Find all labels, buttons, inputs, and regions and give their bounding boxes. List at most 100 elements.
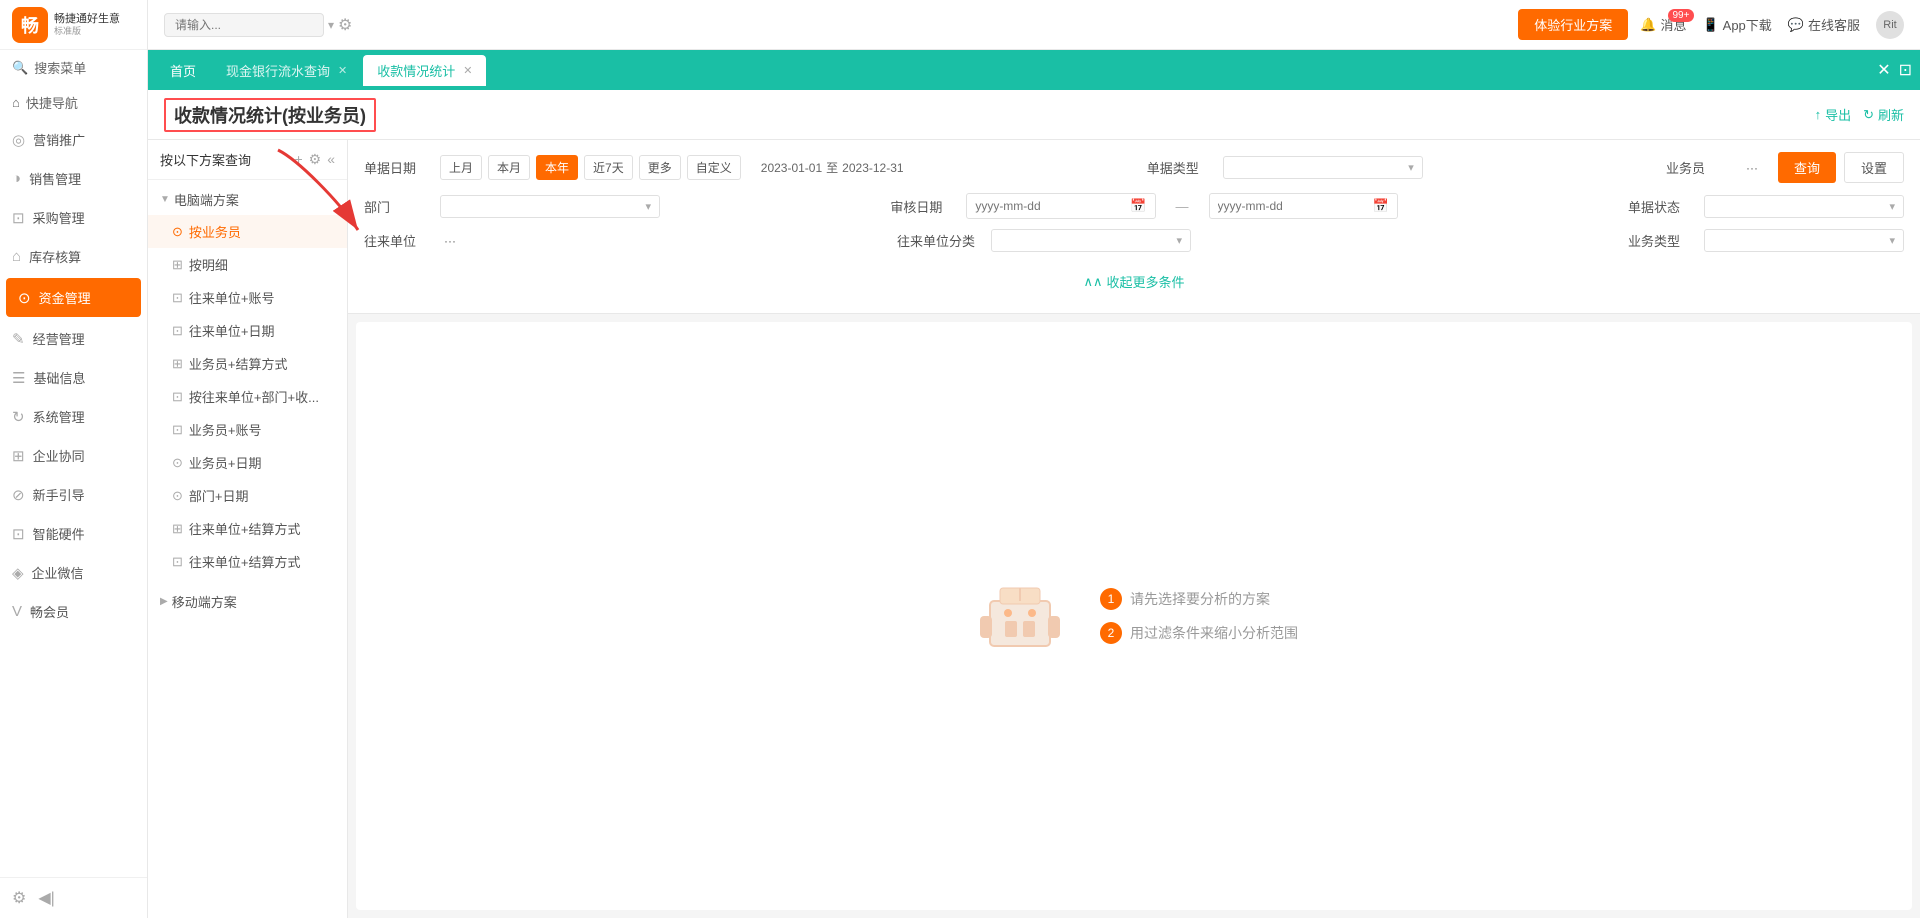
tab-receipt[interactable]: 收款情况统计 ✕: [363, 55, 486, 86]
trial-btn[interactable]: 体验行业方案: [1518, 9, 1628, 40]
purchase-icon: ⊡: [12, 209, 25, 227]
empty-tips: 1 请先选择要分析的方案 2 用过滤条件来缩小分析范围: [1100, 588, 1298, 644]
page-header-actions: ↑ 导出 ↻ 刷新: [1815, 105, 1904, 124]
message-action[interactable]: 🔔 消息 99+: [1640, 15, 1686, 34]
add-scheme-icon[interactable]: +: [294, 151, 302, 168]
this-month-btn[interactable]: 本月: [488, 155, 530, 180]
voucher-type-select[interactable]: ▾: [1223, 156, 1423, 179]
header-breadcrumb: ▾ ⚙: [164, 13, 1506, 37]
sidebar-item-inventory[interactable]: ⌂ 库存核算: [0, 237, 147, 276]
online-service-action[interactable]: 💬 在线客服: [1788, 15, 1860, 34]
left-panel-header: 按以下方案查询 + ⚙ «: [148, 140, 347, 180]
tab-bank[interactable]: 现金银行流水查询 ✕: [212, 55, 361, 86]
scheme-item-salesperson-method[interactable]: ⊞ 业务员+结算方式: [148, 347, 347, 380]
audit-date-end[interactable]: 📅: [1209, 193, 1398, 219]
sidebar-item-smart[interactable]: ⊡ 智能硬件: [0, 514, 147, 553]
page-title: 收款情况统计(按业务员): [164, 98, 376, 132]
sidebar-search[interactable]: 🔍 搜索菜单: [0, 50, 147, 85]
scheme-item-salesperson-date[interactable]: ⊙ 业务员+日期: [148, 446, 347, 479]
sidebar-item-wechat[interactable]: ◈ 企业微信: [0, 553, 147, 592]
scheme-item-by-detail[interactable]: ⊞ 按明细: [148, 248, 347, 281]
scheme-item-partner-dept[interactable]: ⊡ 按往来单位+部门+收...: [148, 380, 347, 413]
salesperson-account-icon: ⊡: [172, 422, 183, 438]
user-avatar[interactable]: Rit: [1876, 11, 1904, 39]
partner-date-icon: ⊡: [172, 323, 183, 339]
empty-state-icon: [970, 566, 1070, 666]
scheme-settings-icon[interactable]: ⚙: [309, 151, 322, 168]
collapse-more-area: ∧∧ 收起更多条件: [364, 262, 1904, 301]
collapse-sidebar-icon[interactable]: ◀|: [38, 888, 54, 908]
desktop-scheme-group: ▼ 电脑端方案 ⊙ 按业务员 ⊞ 按明细 ⊡ 往来单位+账号 ⊡ 往来单位+: [148, 180, 347, 582]
query-btn[interactable]: 查询: [1778, 152, 1836, 183]
last7-btn[interactable]: 近7天: [584, 155, 633, 180]
business-type-arrow-icon: ▾: [1889, 234, 1895, 247]
sidebar-item-label: 企业微信: [32, 563, 84, 582]
app-download-icon: 📱: [1702, 17, 1718, 33]
mobile-group-title[interactable]: ▶ 移动端方案: [148, 586, 347, 617]
tab-home[interactable]: 首页: [156, 55, 210, 86]
partner-more-icon[interactable]: ···: [444, 234, 456, 248]
quick-nav[interactable]: ⌂ 快捷导航: [0, 85, 147, 120]
refresh-btn[interactable]: ↻ 刷新: [1863, 105, 1904, 124]
scheme-item-partner-account[interactable]: ⊡ 往来单位+账号: [148, 281, 347, 314]
sidebar-item-basic[interactable]: ☰ 基础信息: [0, 358, 147, 397]
collapse-panel-icon[interactable]: «: [327, 151, 335, 168]
filter-settings-btn[interactable]: 设置: [1844, 152, 1904, 183]
sidebar-item-label: 经营管理: [33, 329, 85, 348]
this-year-btn[interactable]: 本年: [536, 155, 578, 180]
audit-date-start-input[interactable]: [975, 199, 1130, 213]
scheme-item-salesperson-account[interactable]: ⊡ 业务员+账号: [148, 413, 347, 446]
partner-category-label: 往来单位分类: [897, 231, 975, 250]
sidebar-item-label: 资金管理: [39, 288, 91, 307]
sidebar-item-finance[interactable]: ⊙ 资金管理: [6, 278, 141, 317]
scheme-item-partner-settle2[interactable]: ⊡ 往来单位+结算方式: [148, 545, 347, 578]
settings-bottom-icon[interactable]: ⚙: [12, 888, 26, 908]
partner-account-icon: ⊡: [172, 290, 183, 306]
sidebar-item-sales[interactable]: ◑ 销售管理: [0, 159, 147, 198]
sidebar-item-enterprise[interactable]: ⊞ 企业协同: [0, 436, 147, 475]
desktop-group-title[interactable]: ▼ 电脑端方案: [148, 184, 347, 215]
voucher-status-select[interactable]: ▾: [1704, 195, 1904, 218]
by-salesperson-icon: ⊙: [172, 224, 183, 240]
sidebar-item-operation[interactable]: ✎ 经营管理: [0, 319, 147, 358]
sidebar-item-member[interactable]: V 畅会员: [0, 592, 147, 631]
scheme-item-partner-settle1[interactable]: ⊞ 往来单位+结算方式: [148, 512, 347, 545]
window-close-icon[interactable]: ✕: [1877, 60, 1890, 80]
business-type-select[interactable]: ▾: [1704, 229, 1904, 252]
salesperson-more-icon[interactable]: ···: [1746, 161, 1758, 175]
empty-state-area: 1 请先选择要分析的方案 2 用过滤条件来缩小分析范围: [356, 322, 1912, 910]
sidebar-item-guide[interactable]: ⊘ 新手引导: [0, 475, 147, 514]
audit-date-start[interactable]: 📅: [966, 193, 1155, 219]
audit-date-end-input[interactable]: [1218, 199, 1373, 213]
sidebar-item-marketing[interactable]: ◎ 营销推广: [0, 120, 147, 159]
tab-bank-close-icon[interactable]: ✕: [338, 64, 347, 77]
sidebar-item-purchase[interactable]: ⊡ 采购管理: [0, 198, 147, 237]
page-header: 收款情况统计(按业务员) ↑ 导出 ↻ 刷新: [148, 90, 1920, 140]
breadcrumb-dropdown-icon[interactable]: ▾: [328, 18, 334, 32]
voucher-status-arrow-icon: ▾: [1889, 200, 1895, 213]
prev-month-btn[interactable]: 上月: [440, 155, 482, 180]
header-gear-icon[interactable]: ⚙: [338, 15, 352, 35]
sidebar-nav: ◎ 营销推广 ◑ 销售管理 ⊡ 采购管理 ⌂ 库存核算 ⊙ 资金管理 ✎ 经营管…: [0, 120, 147, 877]
sidebar-item-system[interactable]: ↻ 系统管理: [0, 397, 147, 436]
tip-number-1: 1: [1100, 588, 1122, 610]
partner-settle1-icon: ⊞: [172, 521, 183, 537]
scheme-item-by-salesperson[interactable]: ⊙ 按业务员: [148, 215, 347, 248]
more-date-btn[interactable]: 更多: [639, 155, 681, 180]
dept-select[interactable]: ▾: [440, 195, 660, 218]
collapse-more-btn[interactable]: ∧∧ 收起更多条件: [374, 272, 1894, 291]
custom-date-btn[interactable]: 自定义: [687, 155, 741, 180]
marketing-icon: ◎: [12, 131, 25, 149]
scheme-item-partner-date[interactable]: ⊡ 往来单位+日期: [148, 314, 347, 347]
partner-category-select[interactable]: ▾: [991, 229, 1191, 252]
scheme-item-dept-date[interactable]: ⊙ 部门+日期: [148, 479, 347, 512]
breadcrumb-input[interactable]: [164, 13, 324, 37]
tab-receipt-close-icon[interactable]: ✕: [463, 64, 472, 77]
left-panel-actions: + ⚙ «: [294, 151, 335, 168]
export-btn[interactable]: ↑ 导出: [1815, 105, 1852, 124]
dept-arrow-icon: ▾: [645, 200, 651, 213]
partner-label: 往来单位: [364, 231, 424, 250]
window-maximize-icon[interactable]: ⊡: [1899, 60, 1912, 80]
tab-receipt-label: 收款情况统计: [377, 61, 455, 80]
app-download-action[interactable]: 📱 App下载: [1702, 15, 1771, 34]
